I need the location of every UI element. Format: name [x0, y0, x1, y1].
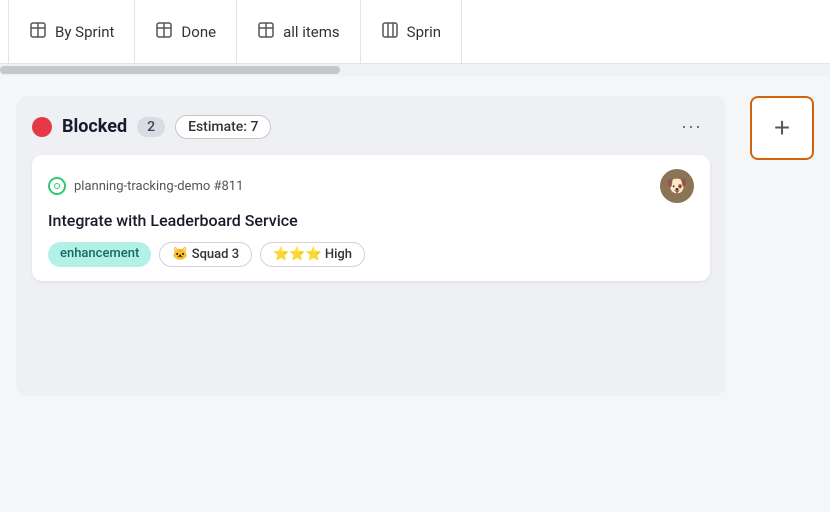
column-header: Blocked 2 Estimate: 7 ···: [32, 112, 710, 141]
tab-by-sprint-label: By Sprint: [55, 23, 114, 41]
tab-done[interactable]: Done: [135, 0, 237, 63]
add-card-button[interactable]: +: [750, 96, 814, 160]
tab-done-label: Done: [181, 23, 216, 41]
tab-bar: By Sprint Done all items: [0, 0, 830, 64]
card-id-row: planning-tracking-demo #811: [48, 177, 243, 195]
main-content: Blocked 2 Estimate: 7 ··· planning-track…: [0, 76, 830, 512]
table-icon-done: [155, 21, 173, 43]
horizontal-scrollbar[interactable]: [0, 64, 830, 76]
task-title: Integrate with Leaderboard Service: [48, 211, 694, 230]
tag-priority[interactable]: ⭐⭐⭐ High: [260, 242, 365, 267]
tab-sprint-label: Sprin: [407, 23, 441, 41]
blocked-status-dot: [32, 117, 52, 137]
column-estimate-badge: Estimate: 7: [175, 115, 271, 139]
table-icon-by-sprint: [29, 21, 47, 43]
task-id: planning-tracking-demo #811: [74, 179, 243, 194]
task-tags: enhancement 🐱 Squad 3 ⭐⭐⭐ High: [48, 242, 694, 267]
scrollbar-thumb[interactable]: [0, 66, 340, 74]
task-status-inner: [54, 183, 60, 189]
table-icon-all-items: [257, 21, 275, 43]
kanban-icon-sprint: [381, 21, 399, 43]
tag-enhancement[interactable]: enhancement: [48, 242, 151, 267]
task-card[interactable]: planning-tracking-demo #811 🐶 Integrate …: [32, 155, 710, 281]
tab-all-items-label: all items: [283, 23, 340, 41]
kanban-column-blocked: Blocked 2 Estimate: 7 ··· planning-track…: [16, 96, 726, 396]
column-title: Blocked: [62, 116, 127, 137]
tag-squad[interactable]: 🐱 Squad 3: [159, 242, 252, 267]
task-assignee-avatar: 🐶: [660, 169, 694, 203]
tab-sprint[interactable]: Sprin: [361, 0, 462, 63]
tab-by-sprint[interactable]: By Sprint: [8, 0, 135, 63]
column-count-badge: 2: [137, 117, 165, 137]
card-header-row: planning-tracking-demo #811 🐶: [48, 169, 694, 203]
task-status-icon: [48, 177, 66, 195]
column-more-button[interactable]: ···: [673, 112, 710, 141]
tab-all-items[interactable]: all items: [237, 0, 361, 63]
